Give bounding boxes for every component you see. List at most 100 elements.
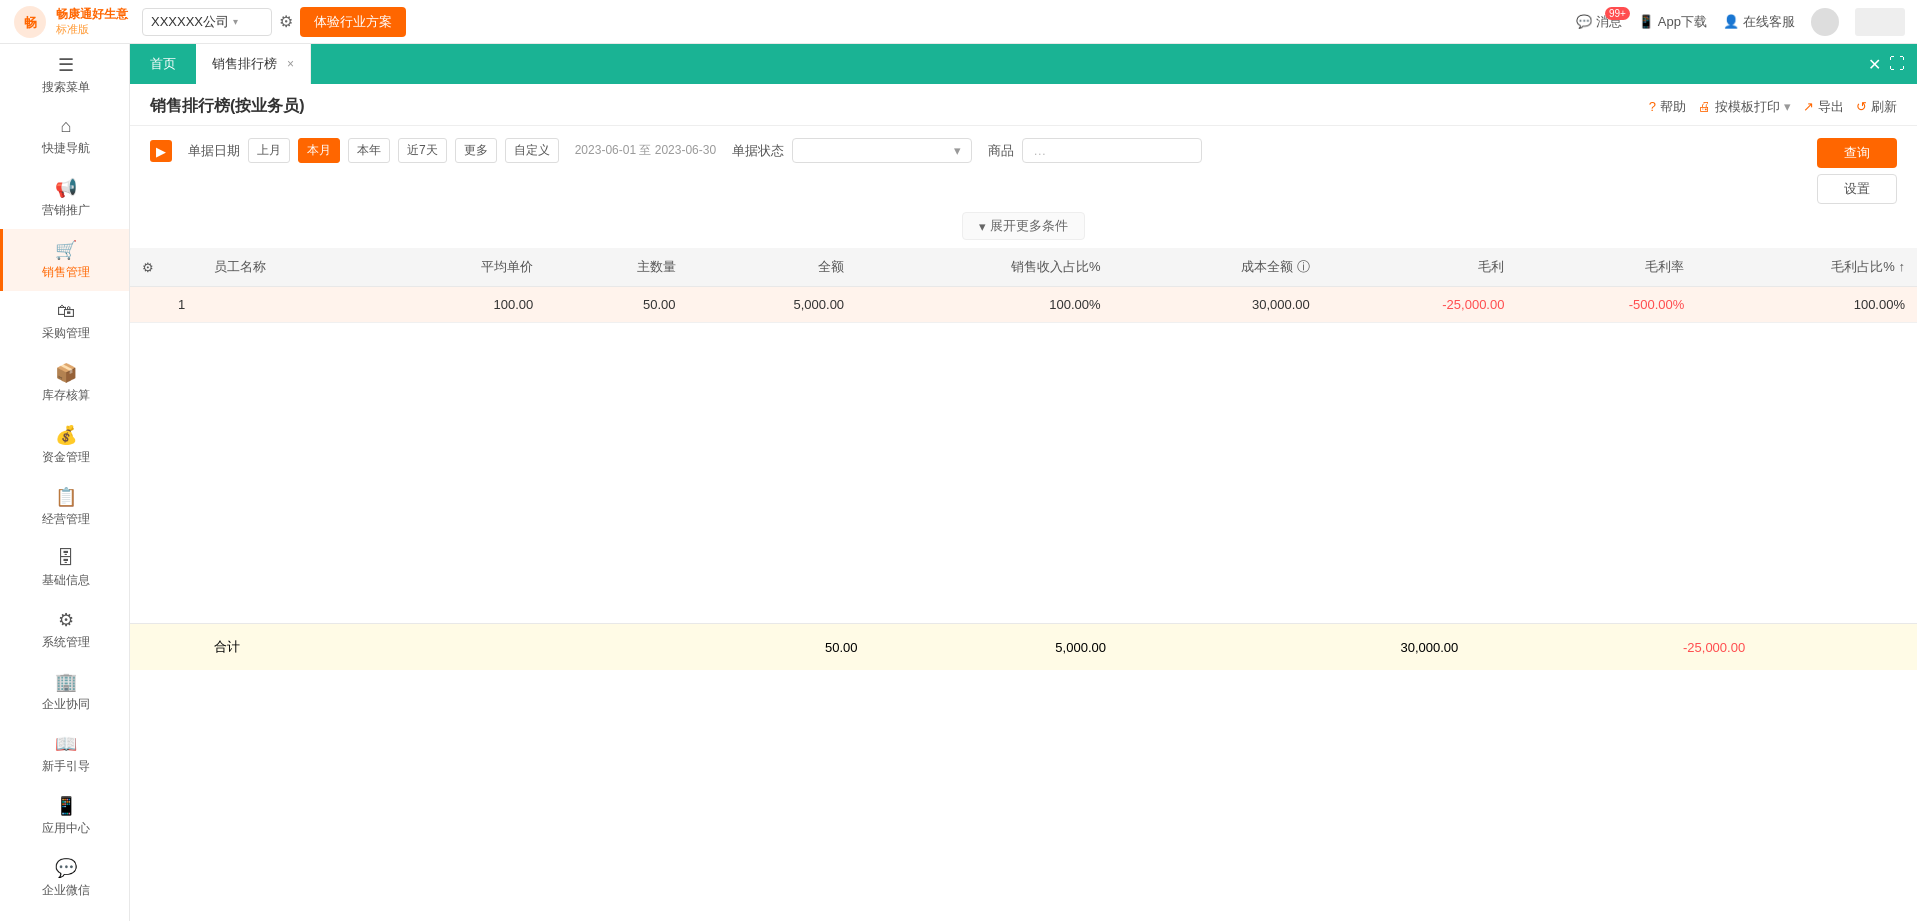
refresh-btn[interactable]: ↺ 刷新 — [1856, 98, 1897, 116]
settings-icon[interactable]: ⚙ — [272, 8, 300, 36]
template-print-btn[interactable]: 🖨 按模板打印 ▾ — [1698, 98, 1791, 116]
date-custom-btn[interactable]: 自定义 — [505, 138, 559, 163]
sidebar-item-sales[interactable]: 🛒 销售管理 — [0, 229, 129, 291]
basics-icon: 🗄 — [57, 548, 75, 569]
tab-sales-rank-label: 销售排行榜 — [212, 55, 277, 73]
table-header: ⚙ 员工名称 平均单价 主数量 全额 销售收入占比% 成本全额 ⓘ 毛利 毛利率… — [130, 248, 1917, 287]
message-btn[interactable]: 💬 消息 99+ — [1576, 13, 1622, 31]
refresh-label: 刷新 — [1871, 98, 1897, 116]
table-footer: 合计 50.00 5,000.00 30,000.00 -25,000.00 — [130, 623, 1917, 670]
tab-maximize-icon[interactable]: ⛶ — [1889, 55, 1905, 73]
logo-area: 畅 畅康通好生意 标准版 — [12, 4, 142, 40]
expand-more-row: ▾ 展开更多条件 — [150, 204, 1897, 248]
date-more-btn[interactable]: 更多 — [455, 138, 497, 163]
expand-more-btn[interactable]: ▾ 展开更多条件 — [962, 212, 1085, 240]
status-select[interactable]: ▾ — [792, 138, 972, 163]
sidebar-item-inventory[interactable]: 📦 库存核算 — [0, 352, 129, 414]
footer-cost: 30,000.00 — [1198, 632, 1470, 662]
row-sales-pct: 100.00% — [856, 287, 1113, 323]
system-icon: ⚙ — [58, 609, 74, 631]
sidebar-label-search-order: 搜索菜单 — [42, 79, 90, 96]
sidebar-item-system[interactable]: ⚙ 系统管理 — [0, 599, 129, 661]
status-label: 单据状态 — [732, 142, 784, 160]
date-last-month-btn[interactable]: 上月 — [248, 138, 290, 163]
tab-close-all-icon[interactable]: ✕ — [1868, 55, 1881, 74]
footer-table: 合计 50.00 5,000.00 30,000.00 -25,000.00 — [130, 632, 1917, 662]
company-selector[interactable]: XXXXXX公司 ▾ — [142, 8, 272, 36]
date-range-display: 2023-06-01 至 2023-06-30 — [575, 142, 716, 159]
help-icon: ? — [1649, 99, 1656, 114]
sidebar-item-apps[interactable]: 📱 应用中心 — [0, 785, 129, 847]
sidebar-label-wechat: 企业微信 — [42, 882, 90, 899]
online-service-btn[interactable]: 👤 在线客服 — [1723, 13, 1795, 31]
sidebar-item-marketing[interactable]: 📢 营销推广 — [0, 167, 129, 229]
search-order-icon: ☰ — [58, 54, 74, 76]
filter-expand-arrow[interactable]: ▶ — [150, 140, 172, 162]
date-7days-btn[interactable]: 近7天 — [398, 138, 447, 163]
col-header-cost: 成本全额 ⓘ — [1113, 248, 1322, 287]
row-qty: 50.00 — [545, 287, 687, 323]
date-this-year-btn[interactable]: 本年 — [348, 138, 390, 163]
footer-label: 合计 — [202, 632, 601, 662]
sidebar-label-finance: 资金管理 — [42, 449, 90, 466]
tab-close-icon[interactable]: × — [287, 57, 294, 71]
sidebar-label-apps: 应用中心 — [42, 820, 90, 837]
tab-home[interactable]: 首页 — [130, 44, 196, 84]
col-header-qty: 主数量 — [545, 248, 687, 287]
footer-qty: 50.00 — [681, 632, 869, 662]
table-area: ⚙ 员工名称 平均单价 主数量 全额 销售收入占比% 成本全额 ⓘ 毛利 毛利率… — [130, 248, 1917, 323]
page-header: 销售排行榜(按业务员) ? 帮助 🖨 按模板打印 ▾ ↗ 导出 — [130, 84, 1917, 126]
table-header-row: ⚙ 员工名称 平均单价 主数量 全额 销售收入占比% 成本全额 ⓘ 毛利 毛利率… — [130, 248, 1917, 287]
sidebar-item-finance[interactable]: 💰 资金管理 — [0, 414, 129, 476]
data-table: ⚙ 员工名称 平均单价 主数量 全额 销售收入占比% 成本全额 ⓘ 毛利 毛利率… — [130, 248, 1917, 323]
date-filter-group: 单据日期 上月 本月 本年 近7天 更多 自定义 — [188, 138, 559, 163]
user-name-display[interactable] — [1855, 8, 1905, 36]
sidebar: ☰ 搜索菜单 ⌂ 快捷导航 📢 营销推广 🛒 销售管理 🛍 采购管理 📦 库存核… — [0, 44, 130, 921]
company-name: XXXXXX公司 — [151, 13, 229, 31]
sidebar-item-search-order[interactable]: ☰ 搜索菜单 — [0, 44, 129, 106]
sidebar-label-inventory: 库存核算 — [42, 387, 90, 404]
footer-amount: 5,000.00 — [870, 632, 1118, 662]
filter-fields: 单据日期 上月 本月 本年 近7天 更多 自定义 2023-06-01 至 20… — [188, 138, 1801, 163]
print-icon: 🖨 — [1698, 99, 1711, 114]
user-avatar[interactable] — [1811, 8, 1839, 36]
sidebar-item-basics[interactable]: 🗄 基础信息 — [0, 538, 129, 599]
export-btn[interactable]: ↗ 导出 — [1803, 98, 1844, 116]
app-download-label: App下载 — [1658, 13, 1707, 31]
col-header-name: 员工名称 — [202, 248, 374, 287]
help-btn[interactable]: ? 帮助 — [1649, 98, 1686, 116]
tab-sales-rank[interactable]: 销售排行榜 × — [196, 44, 311, 84]
svg-text:畅: 畅 — [24, 15, 37, 30]
col-header-sales-pct: 销售收入占比% — [856, 248, 1113, 287]
trial-button[interactable]: 体验行业方案 — [300, 7, 406, 37]
footer-row: 合计 50.00 5,000.00 30,000.00 -25,000.00 — [130, 632, 1917, 662]
footer-settings-col — [130, 632, 166, 662]
operations-icon: 📋 — [55, 486, 77, 508]
goods-input[interactable]: … — [1022, 138, 1202, 163]
goods-label: 商品 — [988, 142, 1014, 160]
sidebar-item-purchase[interactable]: 🛍 采购管理 — [0, 291, 129, 352]
col-header-settings[interactable]: ⚙ — [130, 248, 166, 287]
sidebar-item-quick-nav[interactable]: ⌂ 快捷导航 — [0, 106, 129, 167]
sidebar-item-wechat[interactable]: 💬 企业微信 — [0, 847, 129, 909]
sidebar-item-operations[interactable]: 📋 经营管理 — [0, 476, 129, 538]
page-title: 销售排行榜(按业务员) — [150, 96, 305, 117]
sidebar-item-member[interactable]: ♛ 畅会员 — [0, 909, 129, 921]
filter-settings-button[interactable]: 设置 — [1817, 174, 1897, 204]
page-actions: ? 帮助 🖨 按模板打印 ▾ ↗ 导出 ↺ 刷新 — [1649, 98, 1897, 116]
sidebar-item-guide[interactable]: 📖 新手引导 — [0, 723, 129, 785]
enterprise-icon: 🏢 — [55, 671, 77, 693]
query-button[interactable]: 查询 — [1817, 138, 1897, 168]
date-this-month-btn[interactable]: 本月 — [298, 138, 340, 163]
row-gross: -25,000.00 — [1322, 287, 1517, 323]
sidebar-label-operations: 经营管理 — [42, 511, 90, 528]
col-header-rank — [166, 248, 202, 287]
sidebar-item-enterprise[interactable]: 🏢 企业协同 — [0, 661, 129, 723]
chevron-down-icon: ▾ — [233, 16, 238, 27]
footer-gross-pct — [1837, 632, 1917, 662]
status-chevron-icon: ▾ — [954, 143, 961, 158]
table-body: 1 100.00 50.00 5,000.00 100.00% 30,000.0… — [130, 287, 1917, 323]
top-bar-right: 💬 消息 99+ 📱 App下载 👤 在线客服 — [1576, 8, 1905, 36]
app-download-btn[interactable]: 📱 App下载 — [1638, 13, 1707, 31]
status-filter-group: 单据状态 ▾ — [732, 138, 972, 163]
